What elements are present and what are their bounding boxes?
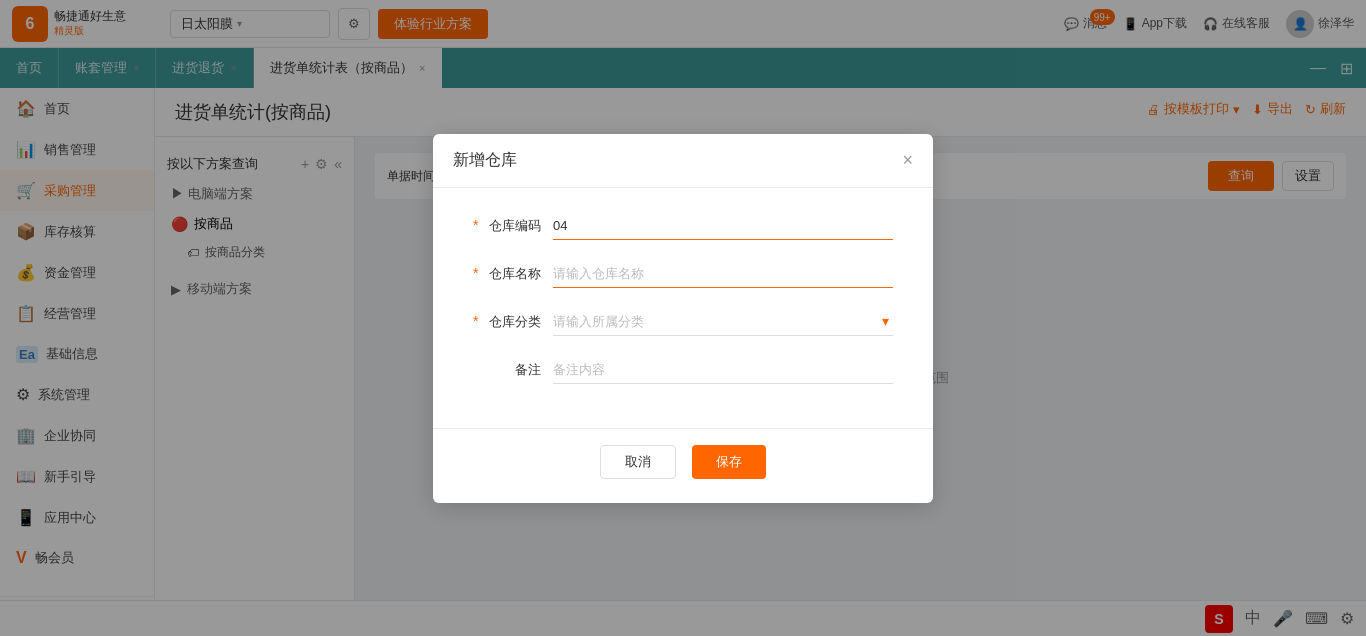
modal-overlay[interactable]: 新增仓库 × 仓库编码 仓库名称 仓库分类 bbox=[0, 0, 1366, 636]
name-label: 仓库名称 bbox=[473, 265, 553, 283]
category-select[interactable]: 请输入所属分类 bbox=[553, 308, 893, 335]
modal-footer: 取消 保存 bbox=[433, 428, 933, 503]
category-select-wrap: 请输入所属分类 ▾ bbox=[553, 308, 893, 336]
name-input[interactable] bbox=[553, 260, 893, 288]
remark-input[interactable] bbox=[553, 356, 893, 384]
form-row-name: 仓库名称 bbox=[473, 260, 893, 288]
form-row-category: 仓库分类 请输入所属分类 ▾ bbox=[473, 308, 893, 336]
cancel-button[interactable]: 取消 bbox=[600, 445, 676, 479]
modal-header: 新增仓库 × bbox=[433, 134, 933, 188]
form-row-code: 仓库编码 bbox=[473, 212, 893, 240]
form-row-remark: 备注 bbox=[473, 356, 893, 384]
modal-title: 新增仓库 bbox=[453, 150, 517, 171]
category-label: 仓库分类 bbox=[473, 313, 553, 331]
code-label: 仓库编码 bbox=[473, 217, 553, 235]
modal-body: 仓库编码 仓库名称 仓库分类 请输入所属分类 bbox=[433, 188, 933, 428]
remark-label: 备注 bbox=[473, 361, 553, 379]
modal-dialog: 新增仓库 × 仓库编码 仓库名称 仓库分类 bbox=[433, 134, 933, 503]
save-button[interactable]: 保存 bbox=[692, 445, 766, 479]
code-input[interactable] bbox=[553, 212, 893, 240]
modal-close-button[interactable]: × bbox=[902, 150, 913, 171]
